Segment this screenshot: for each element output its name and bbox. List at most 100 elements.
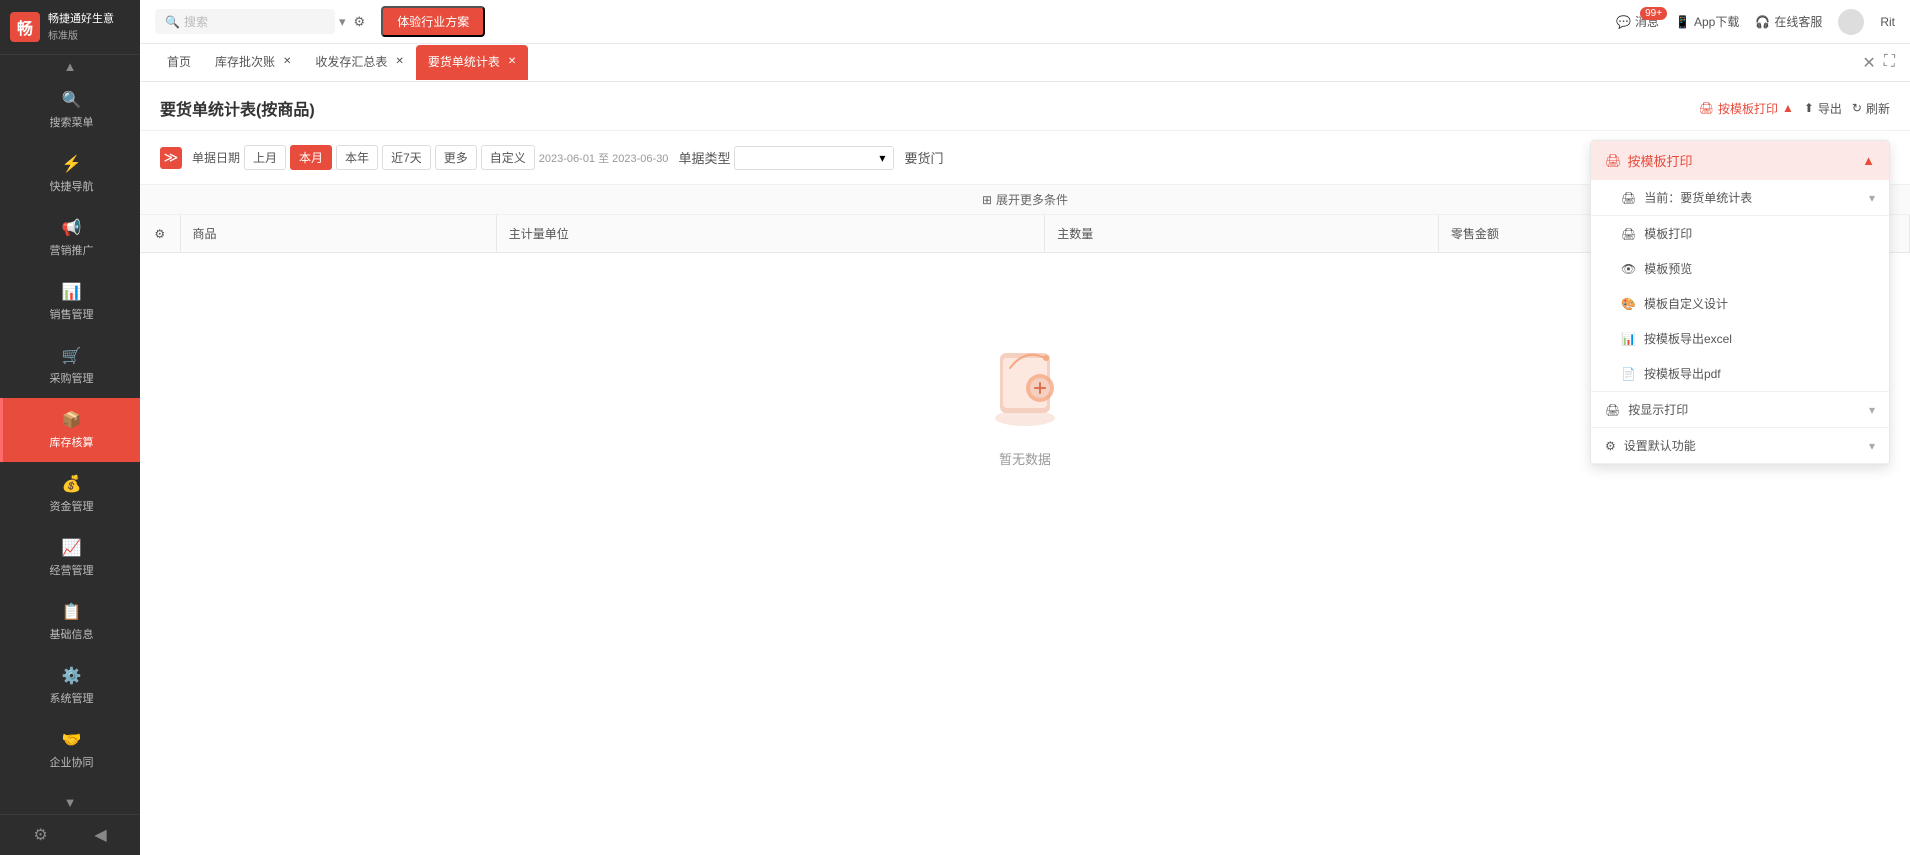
dropdown-item-template-excel[interactable]: 📊 按模板导出excel (1591, 321, 1889, 356)
page-header: 要货单统计表(按商品) 🖨 按模板打印 ▲ ⬆ 导出 ↻ 刷新 (140, 82, 1910, 131)
dropdown-display-print[interactable]: 🖨 按显示打印 ▾ (1591, 392, 1889, 427)
page-title: 要货单统计表(按商品) (160, 96, 315, 120)
item-template-excel-label: 📊 按模板导出excel (1621, 330, 1732, 347)
topbar-search[interactable]: 🔍 搜索 (155, 9, 335, 34)
tab-batch-account[interactable]: 库存批次账 ✕ (203, 45, 303, 80)
date-btn-more[interactable]: 更多 (435, 145, 477, 170)
date-btn-prev[interactable]: 上月 (244, 145, 286, 170)
tab-controls: ✕ ⛶ (1862, 53, 1895, 73)
app-download-btn[interactable]: 📱 App下载 (1675, 13, 1739, 30)
dropdown-item-template-print[interactable]: 🖨 模板打印 (1591, 216, 1889, 251)
sidebar-item-basic[interactable]: 📋 基础信息 (0, 590, 140, 654)
trial-button[interactable]: 体验行业方案 (381, 6, 485, 37)
sidebar-item-label-marketing: 营销推广 (50, 242, 94, 258)
current-arrow: ▾ (1869, 191, 1875, 205)
date-btn-custom[interactable]: 自定义 (481, 145, 535, 170)
date-btn-current[interactable]: 本月 (290, 145, 332, 170)
sidebar-collapse-icon[interactable]: ◀ (94, 825, 106, 845)
sidebar-item-label-finance: 资金管理 (50, 498, 94, 514)
sidebar-item-label-sales: 销售管理 (50, 306, 94, 322)
export-btn[interactable]: ⬆ 导出 (1804, 100, 1842, 117)
sidebar-item-sales[interactable]: 📊 销售管理 (0, 270, 140, 334)
expand-more-btn[interactable]: ⊞ 展开更多条件 (982, 191, 1068, 208)
tab-batch-account-close[interactable]: ✕ (283, 56, 291, 67)
goods-label: 要货门 (904, 148, 943, 167)
user-avatar[interactable] (1838, 9, 1864, 35)
doc-type-select[interactable]: ▾ (734, 146, 894, 170)
sidebar-item-system[interactable]: ⚙️ 系统管理 (0, 654, 140, 718)
template-print-chevron: ▲ (1782, 101, 1794, 115)
sidebar-item-marketing[interactable]: 📢 营销推广 (0, 206, 140, 270)
template-print-btn[interactable]: 🖨 按模板打印 ▲ (1699, 100, 1794, 117)
template-print-icon: 🖨 (1699, 101, 1714, 115)
item-template-print-label: 🖨 模板打印 (1621, 225, 1692, 242)
sidebar-item-coop[interactable]: 🤝 企业协同 (0, 718, 140, 782)
sidebar-item-purchase[interactable]: 🛒 采购管理 (0, 334, 140, 398)
tab-receipt-summary-close[interactable]: ✕ (395, 56, 403, 67)
empty-text: 暂无数据 (999, 449, 1051, 468)
sidebar-item-inventory[interactable]: 📦 库存核算 (0, 398, 140, 462)
tab-home[interactable]: 首页 (155, 45, 203, 80)
sidebar-settings-icon[interactable]: ⚙ (33, 825, 47, 845)
sidebar-item-finance[interactable]: 💰 资金管理 (0, 462, 140, 526)
set-default-text: 设置默认功能 (1624, 437, 1696, 454)
dropdown-item-template-design[interactable]: 🎨 模板自定义设计 (1591, 286, 1889, 321)
dropdown-display-print-section: 🖨 按显示打印 ▾ (1591, 392, 1889, 428)
date-range-text: 2023-06-01 至 2023-06-30 (539, 150, 669, 166)
dropdown-current-label: 🖨 当前：要货单统计表 (1621, 189, 1752, 206)
sales-icon: 📊 (62, 282, 82, 302)
sidebar-scroll-up[interactable]: ▲ (0, 55, 140, 78)
message-badge: 99+ (1640, 7, 1667, 20)
tab-order-stats-label: 要货单统计表 (428, 53, 500, 70)
template-pdf-icon: 📄 (1621, 367, 1636, 381)
date-btn-week7[interactable]: 近7天 (382, 145, 431, 170)
dropdown-set-default[interactable]: ⚙ 设置默认功能 ▾ (1591, 428, 1889, 463)
date-btn-year[interactable]: 本年 (336, 145, 378, 170)
col-quantity: 主数量 (1045, 215, 1439, 253)
col-unit: 主计量单位 (496, 215, 1045, 253)
dropdown-item-template-pdf[interactable]: 📄 按模板导出pdf (1591, 356, 1889, 391)
col-product: 商品 (180, 215, 496, 253)
topbar-right: 💬 消息 99+ 📱 App下载 🎧 在线客服 Rit (1616, 9, 1895, 35)
dropdown-current-section: 🖨 当前：要货单统计表 ▾ (1591, 180, 1889, 216)
topbar-down-arrow[interactable]: ▾ (339, 14, 346, 30)
sidebar-scroll-down[interactable]: ▼ (0, 791, 140, 814)
sidebar-bottom: ⚙ ◀ (0, 814, 140, 855)
sidebar-item-operation[interactable]: 📈 经营管理 (0, 526, 140, 590)
sidebar-item-label-basic: 基础信息 (50, 626, 94, 642)
tab-order-stats[interactable]: 要货单统计表 ✕ (416, 45, 528, 80)
refresh-btn[interactable]: ↻ 刷新 (1852, 100, 1890, 117)
template-preview-icon: 👁 (1621, 262, 1636, 276)
message-btn[interactable]: 💬 消息 99+ (1616, 13, 1659, 30)
service-icon: 🎧 (1755, 15, 1770, 29)
sidebar-item-search[interactable]: 🔍 搜索菜单 (0, 78, 140, 142)
service-btn[interactable]: 🎧 在线客服 (1755, 13, 1822, 30)
topbar-settings-icon[interactable]: ⚙ (354, 14, 366, 30)
dropdown-current-item[interactable]: 🖨 当前：要货单统计表 ▾ (1591, 180, 1889, 215)
dropdown-close-arrow[interactable]: ▲ (1862, 153, 1875, 168)
coop-icon: 🤝 (62, 730, 82, 750)
tab-order-stats-close[interactable]: ✕ (508, 56, 516, 67)
set-default-icon: ⚙ (1605, 439, 1616, 453)
col-settings[interactable]: ⚙ (140, 215, 180, 253)
sidebar-item-label-search: 搜索菜单 (50, 114, 94, 130)
dropdown-item-template-preview[interactable]: 👁 模板预览 (1591, 251, 1889, 286)
filter-expand-icon[interactable]: ≫ (160, 147, 182, 169)
tab-maximize-btn[interactable]: ⛶ (1884, 53, 1895, 73)
expand-more-icon: ⊞ (982, 193, 992, 207)
sidebar-item-label-quicknav: 快捷导航 (50, 178, 94, 194)
empty-illustration (975, 333, 1075, 433)
sidebar-item-label-inventory: 库存核算 (50, 434, 94, 450)
logo-title: 畅捷通好生意 (48, 12, 114, 27)
tab-batch-account-label: 库存批次账 (215, 53, 275, 70)
sidebar-item-guide[interactable]: 🎯 新手引导 (0, 782, 140, 791)
topbar-search-icon: 🔍 (165, 15, 180, 29)
sidebar-item-quicknav[interactable]: ⚡ 快捷导航 (0, 142, 140, 206)
tab-home-label: 首页 (167, 53, 191, 70)
col-settings-icon: ⚙ (154, 227, 165, 241)
display-print-arrow: ▾ (1869, 403, 1875, 417)
tab-receipt-summary[interactable]: 收发存汇总表 ✕ (303, 45, 415, 80)
sidebar-logo: 畅 畅捷通好生意 标准版 (0, 0, 140, 55)
user-name: Rit (1880, 15, 1895, 29)
tab-close-btn[interactable]: ✕ (1862, 53, 1875, 73)
